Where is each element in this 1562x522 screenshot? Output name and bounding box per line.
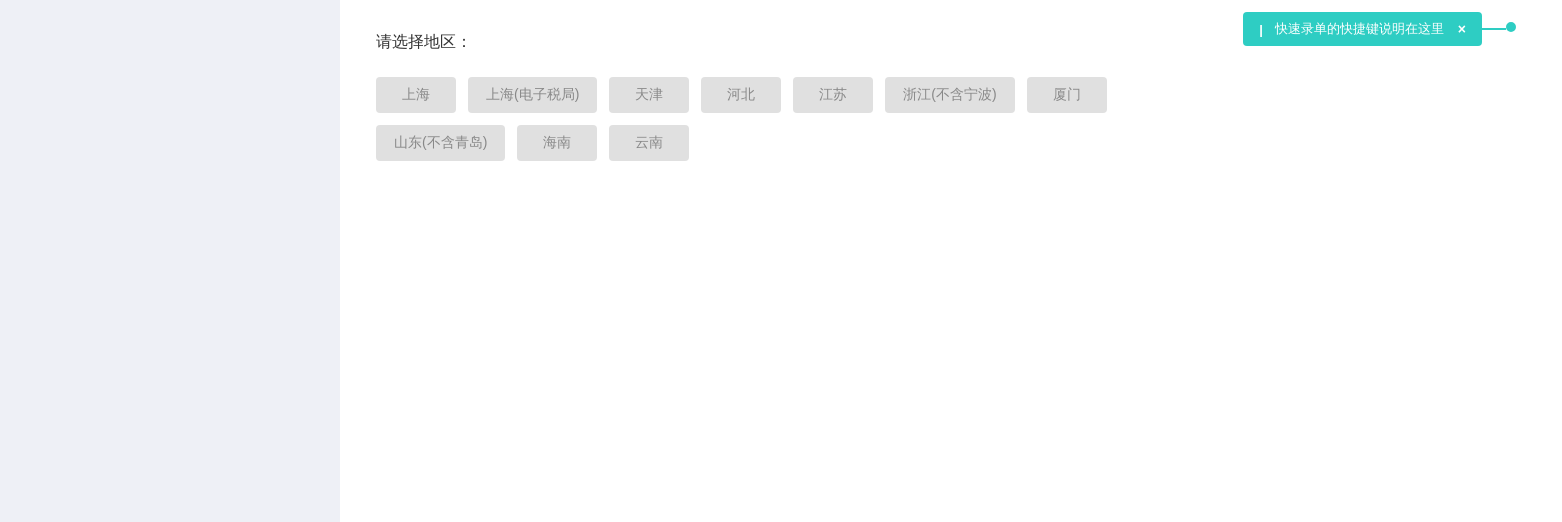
region-btn-shandong[interactable]: 山东(不含青岛): [376, 125, 505, 161]
region-row-2: 山东(不含青岛) 海南云南: [376, 125, 1526, 161]
region-btn-hebei[interactable]: 河北: [701, 77, 781, 113]
region-btn-zhejiang[interactable]: 浙江(不含宁波): [885, 77, 1014, 113]
region-btn-shanghai[interactable]: 上海: [376, 77, 456, 113]
tooltip-text: 快速录单的快捷键说明在这里: [1275, 20, 1444, 38]
region-btn-xiamen[interactable]: 厦门: [1027, 77, 1107, 113]
main-content: 请选择地区： 上海上海(电子税局)天津河北江苏浙江(不含宁波)厦门 山东(不含青…: [340, 0, 1562, 522]
region-btn-jiangsu[interactable]: 江苏: [793, 77, 873, 113]
tooltip-dot: [1506, 22, 1516, 32]
region-btn-hainan[interactable]: 海南: [517, 125, 597, 161]
tooltip-banner: 快速录单的快捷键说明在这里 ×: [1243, 12, 1482, 46]
region-btn-tianjin[interactable]: 天津: [609, 77, 689, 113]
region-btn-shanghai-etax[interactable]: 上海(电子税局): [468, 77, 597, 113]
region-btn-yunnan[interactable]: 云南: [609, 125, 689, 161]
sidebar: [0, 0, 340, 522]
region-row-1: 上海上海(电子税局) 天津河北江苏浙江(不含宁波) 厦门: [376, 77, 1526, 113]
tooltip-close-button[interactable]: ×: [1458, 21, 1466, 37]
tooltip-line: [1482, 28, 1506, 30]
